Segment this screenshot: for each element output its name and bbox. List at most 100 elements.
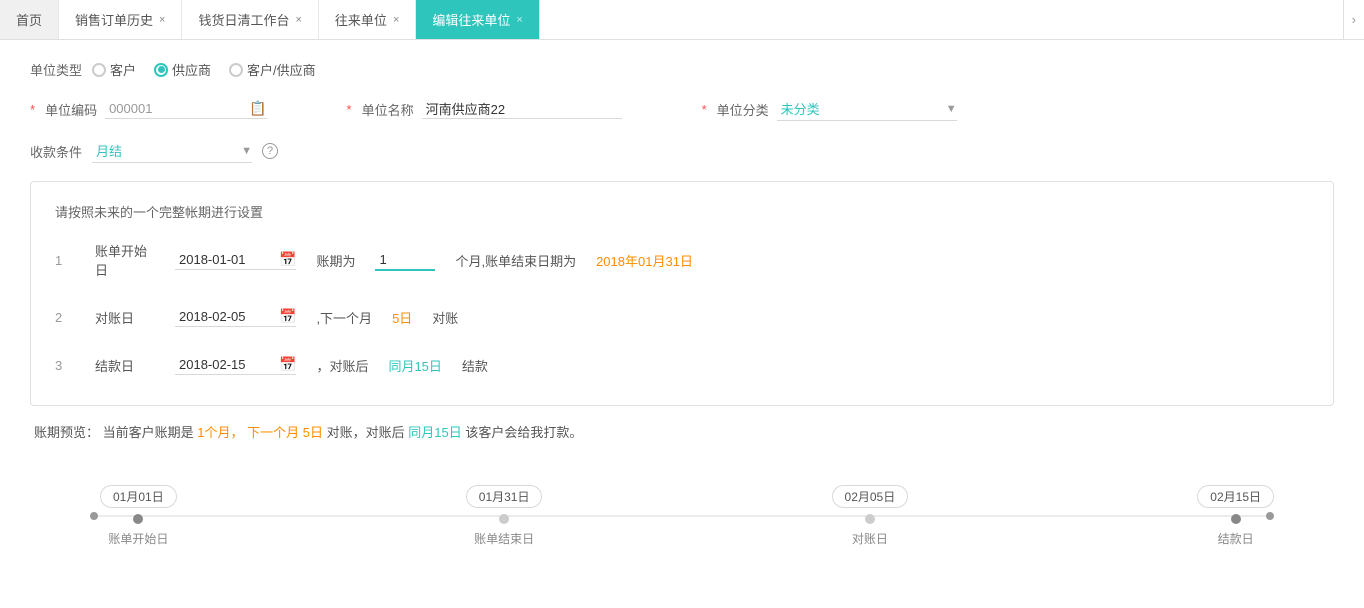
period-num-3: 3 — [55, 358, 75, 373]
tab-edit-partner[interactable]: 编辑往来单位 × — [416, 0, 539, 39]
help-icon[interactable]: ? — [262, 143, 278, 159]
radio-customer-circle — [92, 63, 106, 77]
unit-code-icon[interactable]: 📋 — [249, 100, 266, 117]
period-row-2: 2 对账日 📅 ,下一个月 5日 对账 — [55, 307, 1309, 327]
unit-category-group: * 单位分类 未分类 ▼ — [702, 97, 957, 121]
main-content: 单位类型 客户 供应商 客户/供应商 * 单位编码 📋 — [0, 40, 1364, 608]
unit-info-row: * 单位编码 📋 * 单位名称 * 单位分类 未分类 ▼ — [30, 97, 1334, 121]
payment-value: 月结 — [92, 139, 237, 162]
unit-code-input-wrap: 📋 — [105, 99, 266, 119]
payment-label: 收款条件 — [30, 142, 82, 161]
period-label-3: 结款日 — [95, 356, 155, 375]
timeline: 01月01日 账单开始日 01月31日 账单结束日 02月05日 对账日 02月… — [30, 465, 1334, 577]
period-title: 请按照未来的一个完整帐期进行设置 — [55, 202, 1309, 221]
unit-category-label: 单位分类 — [717, 100, 769, 119]
tl-label-1: 账单开始日 — [108, 530, 168, 547]
start-date-input-wrap: 📅 — [175, 250, 296, 270]
preview-text: 账期预览： 当前客户账期是 1个月， 下一个月 5日 对账，对账后 同月15日 … — [30, 422, 1334, 441]
period-num-1: 1 — [55, 253, 75, 268]
tl-dot-4 — [1231, 514, 1241, 524]
unit-name-input[interactable] — [422, 99, 622, 119]
close-cash-work-icon[interactable]: × — [295, 14, 301, 26]
period-row-1: 1 账单开始日 📅 账期为 个月,账单结束日期为 2018年01月31日 — [55, 241, 1309, 279]
tab-bar: 首页 销售订单历史 × 钱货日清工作台 × 往来单位 × 编辑往来单位 × › — [0, 0, 1364, 40]
radio-both[interactable]: 客户/供应商 — [229, 60, 316, 79]
payment-row: 收款条件 月结 ▼ ? — [30, 139, 1334, 163]
timeline-end-dot — [1266, 512, 1274, 520]
unit-category-select[interactable]: 未分类 ▼ — [777, 97, 957, 121]
unit-type-label: 单位类型 — [30, 60, 82, 79]
unit-name-label: 单位名称 — [362, 100, 414, 119]
tab-home[interactable]: 首页 — [0, 0, 59, 39]
tl-badge-2: 01月31日 — [466, 485, 543, 508]
payment-select[interactable]: 月结 ▼ — [92, 139, 252, 163]
period-text-3b: 结款 — [462, 356, 488, 375]
reconcile-date-calendar-icon[interactable]: 📅 — [279, 308, 296, 325]
timeline-node-3: 02月05日 对账日 — [832, 485, 909, 547]
preview-span3: 同月15日 — [408, 425, 461, 440]
tl-label-2: 账单结束日 — [474, 530, 534, 547]
preview-span2-pre: 下一个月 — [247, 425, 299, 440]
tab-sales-history[interactable]: 销售订单历史 × — [59, 0, 182, 39]
period-text-2b: 对账 — [432, 308, 458, 327]
tl-badge-3: 02月05日 — [832, 485, 909, 508]
timeline-line: 01月01日 账单开始日 01月31日 账单结束日 02月05日 对账日 02月… — [90, 485, 1274, 547]
chevron-down-icon: ▼ — [946, 103, 957, 115]
radio-customer[interactable]: 客户 — [92, 60, 136, 79]
reconcile-day-highlight: 5日 — [392, 308, 412, 327]
period-num-2: 2 — [55, 310, 75, 325]
period-label-2: 对账日 — [95, 308, 155, 327]
period-row-3: 3 结款日 📅 ，对账后 同月15日 结款 — [55, 355, 1309, 375]
tl-dot-1 — [133, 514, 143, 524]
period-label-1: 账单开始日 — [95, 241, 155, 279]
unit-category-required: * — [702, 102, 707, 117]
unit-name-required: * — [347, 102, 352, 117]
tl-badge-4: 02月15日 — [1197, 485, 1274, 508]
payment-date-calendar-icon[interactable]: 📅 — [279, 356, 296, 373]
unit-type-radio-group: 客户 供应商 客户/供应商 — [92, 60, 316, 79]
payment-date-input[interactable] — [175, 355, 275, 374]
period-text-1b: 个月,账单结束日期为 — [455, 251, 576, 270]
timeline-start-dot — [90, 512, 98, 520]
start-date-calendar-icon[interactable]: 📅 — [279, 251, 296, 268]
close-partner-icon[interactable]: × — [393, 14, 399, 26]
unit-code-group: * 单位编码 📋 — [30, 99, 267, 119]
tab-partner[interactable]: 往来单位 × — [319, 0, 416, 39]
tab-cash-work[interactable]: 钱货日清工作台 × — [182, 0, 318, 39]
unit-category-value: 未分类 — [777, 97, 942, 120]
tl-label-4: 结款日 — [1218, 530, 1254, 547]
payment-date-input-wrap: 📅 — [175, 355, 296, 375]
radio-both-circle — [229, 63, 243, 77]
period-text-1a: 账期为 — [316, 251, 355, 270]
reconcile-date-input[interactable] — [175, 307, 275, 326]
radio-supplier-circle — [154, 63, 168, 77]
close-sales-history-icon[interactable]: × — [159, 14, 165, 26]
start-date-input[interactable] — [175, 250, 275, 269]
unit-code-required: * — [30, 102, 35, 117]
period-text-2: ,下一个月 — [316, 308, 372, 327]
close-edit-partner-icon[interactable]: × — [516, 14, 522, 26]
radio-supplier[interactable]: 供应商 — [154, 60, 211, 79]
unit-code-input[interactable] — [105, 99, 245, 118]
payment-day-highlight: 同月15日 — [388, 356, 441, 375]
preview-label: 账期预览： — [34, 425, 99, 440]
period-months-input[interactable] — [375, 250, 435, 271]
period-settings-box: 请按照未来的一个完整帐期进行设置 1 账单开始日 📅 账期为 个月,账单结束日期… — [30, 181, 1334, 406]
unit-code-label: 单位编码 — [45, 100, 97, 119]
unit-type-row: 单位类型 客户 供应商 客户/供应商 — [30, 60, 1334, 79]
preview-span1: 1个月， — [197, 425, 243, 440]
timeline-node-4: 02月15日 结款日 — [1197, 485, 1274, 547]
period-end-date: 2018年01月31日 — [596, 251, 693, 270]
tab-more-arrow[interactable]: › — [1343, 0, 1364, 39]
period-text-3a: ，对账后 — [316, 356, 368, 375]
timeline-node-1: 01月01日 账单开始日 — [100, 485, 177, 547]
preview-text-pre: 当前客户账期是 — [103, 425, 194, 440]
timeline-node-2: 01月31日 账单结束日 — [466, 485, 543, 547]
payment-chevron-icon: ▼ — [241, 145, 252, 157]
tl-badge-1: 01月01日 — [100, 485, 177, 508]
unit-name-group: * 单位名称 — [347, 99, 622, 119]
preview-span2: 5日 — [303, 425, 323, 440]
preview-text-end: 该客户会给我打款。 — [465, 425, 582, 440]
tl-dot-3 — [865, 514, 875, 524]
reconcile-date-input-wrap: 📅 — [175, 307, 296, 327]
